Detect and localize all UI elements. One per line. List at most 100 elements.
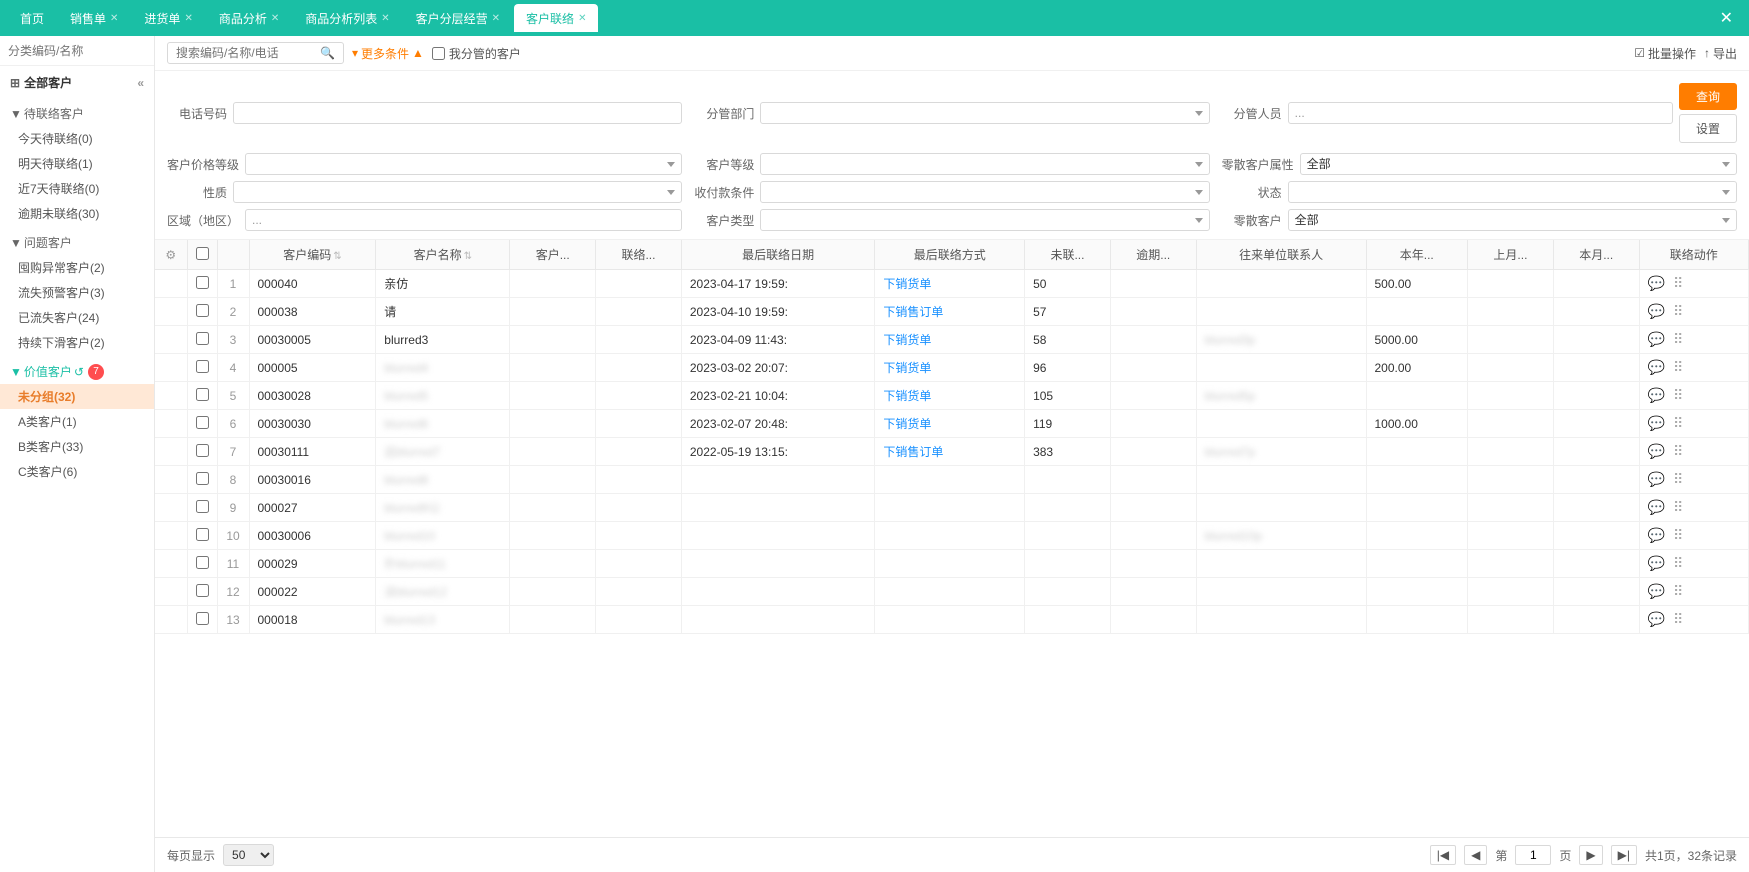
more-icon[interactable]: ⠿ [1673,583,1683,600]
nature-select[interactable] [233,181,682,203]
row-checkbox[interactable] [187,438,217,466]
last-method-link[interactable]: 下销货单 [883,277,931,291]
retail-attr-select[interactable]: 全部 [1300,153,1737,175]
contact-icon[interactable]: 💬 [1648,499,1665,516]
last-method-link[interactable]: 下销货单 [883,389,931,403]
row-checkbox[interactable] [187,270,217,298]
more-icon[interactable]: ⠿ [1673,611,1683,628]
more-icon[interactable]: ⠿ [1673,555,1683,572]
sidebar-search-input[interactable] [8,44,155,58]
more-icon[interactable]: ⠿ [1673,499,1683,516]
first-page-button[interactable]: |◀ [1430,845,1456,865]
sidebar-group-pending-header[interactable]: ▼ 待联络客户 [0,101,154,126]
last-method-link[interactable]: 下销货单 [883,417,931,431]
contact-icon[interactable]: 💬 [1648,331,1665,348]
contact-icon[interactable]: 💬 [1648,415,1665,432]
last-method-link[interactable]: 下销售订单 [883,445,943,459]
row-checkbox[interactable] [187,410,217,438]
tab-analysis-list-close[interactable]: ✕ [381,13,389,24]
sidebar-group-value-header[interactable]: ▼ 价值客户 ↺ 7 [0,359,154,384]
status-select[interactable] [1288,181,1737,203]
sidebar-item-typeB[interactable]: B类客户(33) [0,434,154,459]
next-page-button[interactable]: ▶ [1579,845,1602,865]
sidebar-item-overdue[interactable]: 逾期未联络(30) [0,201,154,226]
refresh-icon[interactable]: ↺ [74,365,84,379]
tab-customer-contact-close[interactable]: ✕ [578,13,586,24]
more-icon[interactable]: ⠿ [1673,303,1683,320]
more-icon[interactable]: ⠿ [1673,527,1683,544]
sidebar-item-lost[interactable]: 已流失客户(24) [0,305,154,330]
export-button[interactable]: ↑ 导出 [1704,45,1737,62]
row-checkbox[interactable] [187,354,217,382]
sidebar-item-abnormal[interactable]: 囤购异常客户(2) [0,255,154,280]
sidebar-item-7days[interactable]: 近7天待联络(0) [0,176,154,201]
batch-operation-button[interactable]: ☑ 批量操作 [1634,45,1696,62]
settings-icon[interactable]: ⚙ [165,248,176,262]
sidebar-all-customers[interactable]: ⊞ 全部客户 « [0,66,154,99]
contact-icon[interactable]: 💬 [1648,471,1665,488]
tab-sales[interactable]: 销售单 ✕ [58,4,130,32]
contact-icon[interactable]: 💬 [1648,527,1665,544]
last-method-link[interactable]: 下销货单 [883,361,931,375]
row-checkbox[interactable] [187,494,217,522]
more-icon[interactable]: ⠿ [1673,387,1683,404]
more-icon[interactable]: ⠿ [1673,471,1683,488]
contact-icon[interactable]: 💬 [1648,359,1665,376]
tab-customer-mgmt-close[interactable]: ✕ [492,13,500,24]
filter-more-conditions[interactable]: ▾ 更多条件 ▲ [352,45,424,62]
row-checkbox[interactable] [187,606,217,634]
sidebar-item-tomorrow[interactable]: 明天待联络(1) [0,151,154,176]
select-all-checkbox[interactable] [196,247,209,260]
last-method-link[interactable]: 下销货单 [883,333,931,347]
row-checkbox[interactable] [187,578,217,606]
prev-page-button[interactable]: ◀ [1464,845,1487,865]
tab-customer-contact[interactable]: 客户联络 ✕ [514,4,598,32]
filter-my-customers[interactable]: 我分管的客户 [432,45,521,62]
more-icon[interactable]: ⠿ [1673,331,1683,348]
query-button[interactable]: 查询 [1679,83,1737,110]
tab-analysis[interactable]: 商品分析 ✕ [207,4,291,32]
contact-icon[interactable]: 💬 [1648,303,1665,320]
contact-icon[interactable]: 💬 [1648,443,1665,460]
sidebar-item-today[interactable]: 今天待联络(0) [0,126,154,151]
sidebar-item-typeC[interactable]: C类客户(6) [0,459,154,484]
retail-select[interactable]: 全部 [1288,209,1737,231]
phone-input[interactable] [233,102,682,124]
filter-search-input[interactable] [176,46,316,60]
tab-analysis-close[interactable]: ✕ [271,13,279,24]
last-method-link[interactable]: 下销售订单 [883,305,943,319]
filter-search-icon[interactable]: 🔍 [320,46,335,60]
customer-level-select[interactable] [760,153,1209,175]
customer-type-select[interactable] [760,209,1209,231]
nav-close-button[interactable]: ✕ [1712,8,1741,28]
more-icon[interactable]: ⠿ [1673,415,1683,432]
tab-purchase-close[interactable]: ✕ [184,13,192,24]
tab-purchase[interactable]: 进货单 ✕ [132,4,204,32]
sidebar-item-declining[interactable]: 持续下滑客户(2) [0,330,154,355]
more-icon[interactable]: ⠿ [1673,359,1683,376]
last-page-button[interactable]: ▶| [1611,845,1637,865]
contact-icon[interactable]: 💬 [1648,555,1665,572]
price-level-select[interactable] [245,153,682,175]
sidebar-item-typeA[interactable]: A类客户(1) [0,409,154,434]
per-page-select[interactable]: 50 100 200 [223,844,274,866]
contact-icon[interactable]: 💬 [1648,611,1665,628]
row-checkbox[interactable] [187,326,217,354]
sidebar-item-ungroup[interactable]: 未分组(32) [0,384,154,409]
row-checkbox[interactable] [187,466,217,494]
contact-icon[interactable]: 💬 [1648,387,1665,404]
row-checkbox[interactable] [187,298,217,326]
tab-analysis-list[interactable]: 商品分析列表 ✕ [293,4,401,32]
sidebar-collapse-icon[interactable]: « [137,76,144,90]
row-checkbox[interactable] [187,382,217,410]
page-input[interactable] [1515,845,1551,865]
tab-sales-close[interactable]: ✕ [110,13,118,24]
dept-select[interactable] [760,102,1209,124]
my-customers-checkbox[interactable] [432,47,445,60]
sidebar-group-problem-header[interactable]: ▼ 问题客户 [0,230,154,255]
row-checkbox[interactable] [187,550,217,578]
tab-customer-mgmt[interactable]: 客户分层经营 ✕ [404,4,512,32]
reset-button[interactable]: 设置 [1679,114,1737,143]
payment-select[interactable] [760,181,1209,203]
tab-home[interactable]: 首页 [8,4,56,32]
